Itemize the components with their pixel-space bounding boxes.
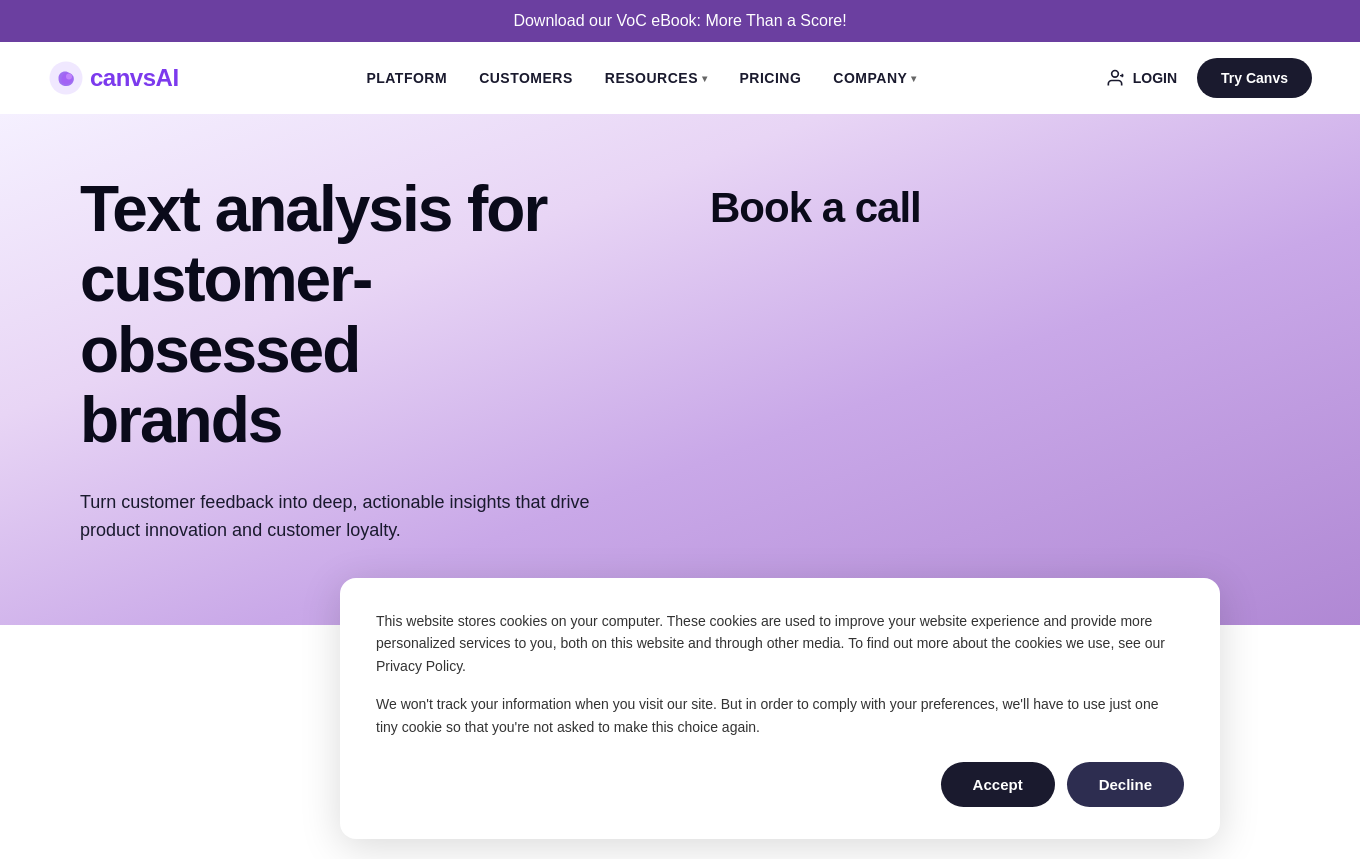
hero-left: Text analysis for customer-obsessed bran… [80,174,650,545]
cookie-text-2: We won't track your information when you… [376,693,1184,738]
nav-customers[interactable]: CUSTOMERS [479,70,573,86]
book-call-title: Book a call [710,184,921,232]
logo-text: canvsAI [90,64,179,92]
cookie-decline-button[interactable]: Decline [1067,762,1184,807]
user-icon [1105,68,1125,88]
login-button[interactable]: LOGIN [1105,68,1177,88]
navbar-center: PLATFORM CUSTOMERS RESOURCES ▾ PRICING C… [366,70,917,86]
cookie-accept-button[interactable]: Accept [941,762,1055,807]
top-banner[interactable]: Download our VoC eBook: More Than a Scor… [0,0,1360,42]
hero-right: Book a call [650,174,1280,232]
svg-point-1 [66,74,72,80]
svg-point-2 [1111,71,1118,78]
navbar: canvsAI PLATFORM CUSTOMERS RESOURCES ▾ P… [0,42,1360,114]
resources-chevron-icon: ▾ [702,73,708,84]
cookie-buttons: Accept Decline [376,762,1184,807]
nav-pricing[interactable]: PRICING [740,70,802,86]
company-chevron-icon: ▾ [911,73,917,84]
cookie-text-1: This website stores cookies on your comp… [376,610,1184,677]
navbar-left: canvsAI [48,60,179,96]
hero-section: Text analysis for customer-obsessed bran… [0,114,1360,625]
logo[interactable]: canvsAI [48,60,179,96]
cookie-banner: This website stores cookies on your comp… [340,578,1220,825]
nav-company[interactable]: COMPANY ▾ [833,70,917,86]
banner-text: Download our VoC eBook: More Than a Scor… [513,12,846,29]
nav-platform[interactable]: PLATFORM [366,70,447,86]
logo-icon [48,60,84,96]
nav-resources[interactable]: RESOURCES ▾ [605,70,708,86]
hero-subtitle: Turn customer feedback into deep, action… [80,488,600,546]
hero-title: Text analysis for customer-obsessed bran… [80,174,650,456]
try-canvs-button[interactable]: Try Canvs [1197,58,1312,98]
navbar-right: LOGIN Try Canvs [1105,58,1312,98]
